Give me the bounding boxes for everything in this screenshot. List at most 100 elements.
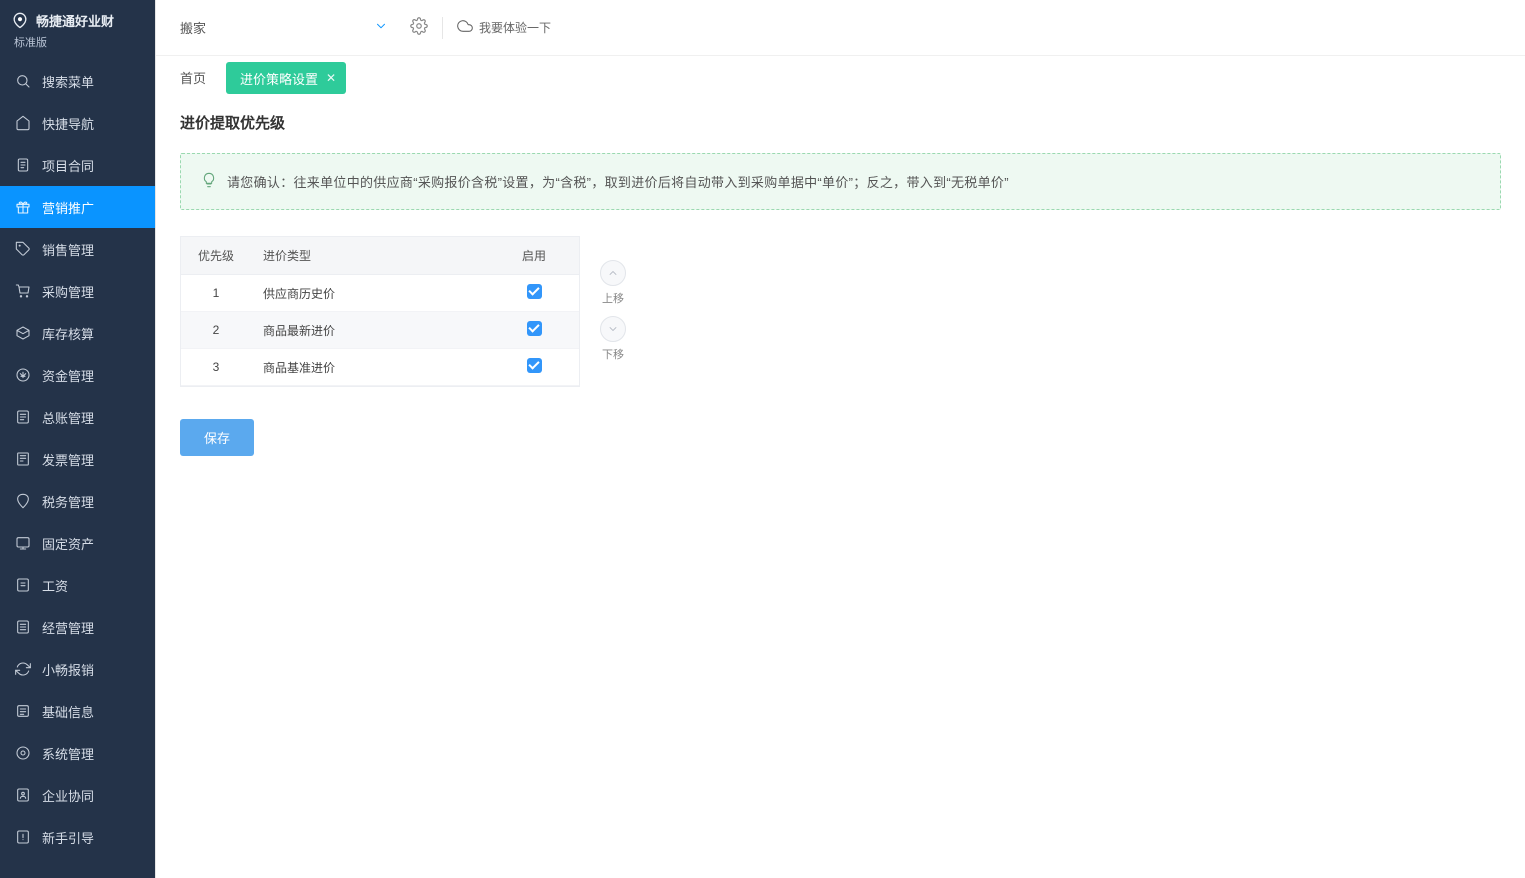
sidebar-item-label: 税务管理 [42, 492, 94, 511]
sidebar-item-label: 销售管理 [42, 240, 94, 259]
brand-name: 畅捷通好业财 [36, 11, 114, 30]
cell-enable [489, 349, 579, 386]
settings-button[interactable] [410, 17, 428, 38]
box-icon [14, 324, 32, 342]
document-icon [14, 156, 32, 174]
gift-icon [14, 198, 32, 216]
notice-text: 请您确认：往来单位中的供应商“采购报价含税”设置，为“含税”，取到进价后将自动带… [227, 172, 1009, 191]
ledger-icon [14, 408, 32, 426]
topbar: 搬家 我要体验一下 [156, 0, 1525, 56]
move-down-button[interactable] [600, 316, 626, 342]
sidebar-item-label: 采购管理 [42, 282, 94, 301]
move-down-label: 下移 [602, 346, 624, 362]
tag-icon [14, 240, 32, 258]
sidebar-item-label: 企业协同 [42, 786, 94, 805]
main: 搬家 我要体验一下 首页 进价策略设置 ✕ [155, 0, 1525, 878]
nav-list: 搜索菜单快捷导航项目合同营销推广销售管理采购管理库存核算资金管理总账管理发票管理… [0, 60, 155, 878]
cell-type: 商品基准进价 [251, 349, 489, 386]
tab-active[interactable]: 进价策略设置 ✕ [226, 62, 346, 94]
brand-edition: 标准版 [0, 34, 155, 60]
move-up-label: 上移 [602, 290, 624, 306]
sidebar-item-label: 营销推广 [42, 198, 94, 217]
tab-close-icon[interactable]: ✕ [326, 71, 336, 85]
sidebar-item-label: 快捷导航 [42, 114, 94, 133]
col-type: 进价类型 [251, 237, 489, 275]
checkbox-enabled[interactable] [527, 321, 542, 336]
invoice-icon [14, 450, 32, 468]
home-icon [14, 114, 32, 132]
sidebar-item-11[interactable]: 固定资产 [0, 522, 155, 564]
sidebar-item-12[interactable]: 工资 [0, 564, 155, 606]
sidebar-item-label: 工资 [42, 576, 68, 595]
refresh-icon [14, 660, 32, 678]
sidebar-item-0[interactable]: 搜索菜单 [0, 60, 155, 102]
table-row[interactable]: 2商品最新进价 [181, 312, 579, 349]
org-dropdown[interactable]: 搬家 [176, 12, 396, 44]
sidebar-item-label: 库存核算 [42, 324, 94, 343]
sidebar-item-label: 小畅报销 [42, 660, 94, 679]
sidebar-item-3[interactable]: 营销推广 [0, 186, 155, 228]
move-up-button[interactable] [600, 260, 626, 286]
table-row[interactable]: 3商品基准进价 [181, 349, 579, 386]
sidebar-item-label: 系统管理 [42, 744, 94, 763]
sidebar-item-1[interactable]: 快捷导航 [0, 102, 155, 144]
checkbox-enabled[interactable] [527, 358, 542, 373]
experience-label: 我要体验一下 [479, 19, 551, 36]
sidebar-item-16[interactable]: 系统管理 [0, 732, 155, 774]
cell-priority: 1 [181, 275, 251, 312]
sidebar: 畅捷通好业财 标准版 搜索菜单快捷导航项目合同营销推广销售管理采购管理库存核算资… [0, 0, 155, 878]
sidebar-item-13[interactable]: 经营管理 [0, 606, 155, 648]
org-dropdown-label: 搬家 [180, 18, 206, 37]
sidebar-item-label: 项目合同 [42, 156, 94, 175]
sidebar-item-label: 基础信息 [42, 702, 94, 721]
experience-link[interactable]: 我要体验一下 [457, 18, 551, 37]
sidebar-item-label: 新手引导 [42, 828, 94, 847]
cell-priority: 2 [181, 312, 251, 349]
sidebar-item-7[interactable]: 资金管理 [0, 354, 155, 396]
notice-banner: 请您确认：往来单位中的供应商“采购报价含税”设置，为“含税”，取到进价后将自动带… [180, 153, 1501, 210]
brand: 畅捷通好业财 [0, 0, 155, 34]
sidebar-item-9[interactable]: 发票管理 [0, 438, 155, 480]
sidebar-item-label: 经营管理 [42, 618, 94, 637]
sidebar-item-6[interactable]: 库存核算 [0, 312, 155, 354]
content: 进价提取优先级 请您确认：往来单位中的供应商“采购报价含税”设置，为“含税”，取… [156, 98, 1525, 480]
cloud-icon [457, 18, 473, 37]
table-row[interactable]: 1供应商历史价 [181, 275, 579, 312]
system-icon [14, 744, 32, 762]
sidebar-item-17[interactable]: 企业协同 [0, 774, 155, 816]
sidebar-item-4[interactable]: 销售管理 [0, 228, 155, 270]
salary-icon [14, 576, 32, 594]
list-icon [14, 702, 32, 720]
checkbox-enabled[interactable] [527, 284, 542, 299]
sidebar-item-10[interactable]: 税务管理 [0, 480, 155, 522]
money-icon [14, 366, 32, 384]
sidebar-item-18[interactable]: 新手引导 [0, 816, 155, 858]
tabs: 首页 进价策略设置 ✕ [156, 56, 1525, 98]
page-title: 进价提取优先级 [180, 112, 1501, 133]
tab-active-label: 进价策略设置 [240, 69, 318, 88]
sidebar-item-label: 固定资产 [42, 534, 94, 553]
move-controls: 上移 下移 [600, 236, 626, 368]
sidebar-item-8[interactable]: 总账管理 [0, 396, 155, 438]
cell-priority: 3 [181, 349, 251, 386]
save-button[interactable]: 保存 [180, 419, 254, 456]
collab-icon [14, 786, 32, 804]
cell-enable [489, 275, 579, 312]
sidebar-item-label: 资金管理 [42, 366, 94, 385]
col-enable: 启用 [489, 237, 579, 275]
sidebar-item-14[interactable]: 小畅报销 [0, 648, 155, 690]
sidebar-item-15[interactable]: 基础信息 [0, 690, 155, 732]
search-icon [14, 72, 32, 90]
cell-type: 供应商历史价 [251, 275, 489, 312]
sidebar-item-2[interactable]: 项目合同 [0, 144, 155, 186]
chevron-down-icon [374, 19, 388, 36]
bulb-icon [201, 172, 217, 191]
sidebar-item-5[interactable]: 采购管理 [0, 270, 155, 312]
sidebar-item-label: 发票管理 [42, 450, 94, 469]
sidebar-item-label: 搜索菜单 [42, 72, 94, 91]
cart-icon [14, 282, 32, 300]
divider [442, 17, 443, 39]
tab-home[interactable]: 首页 [172, 56, 214, 98]
operate-icon [14, 618, 32, 636]
asset-icon [14, 534, 32, 552]
